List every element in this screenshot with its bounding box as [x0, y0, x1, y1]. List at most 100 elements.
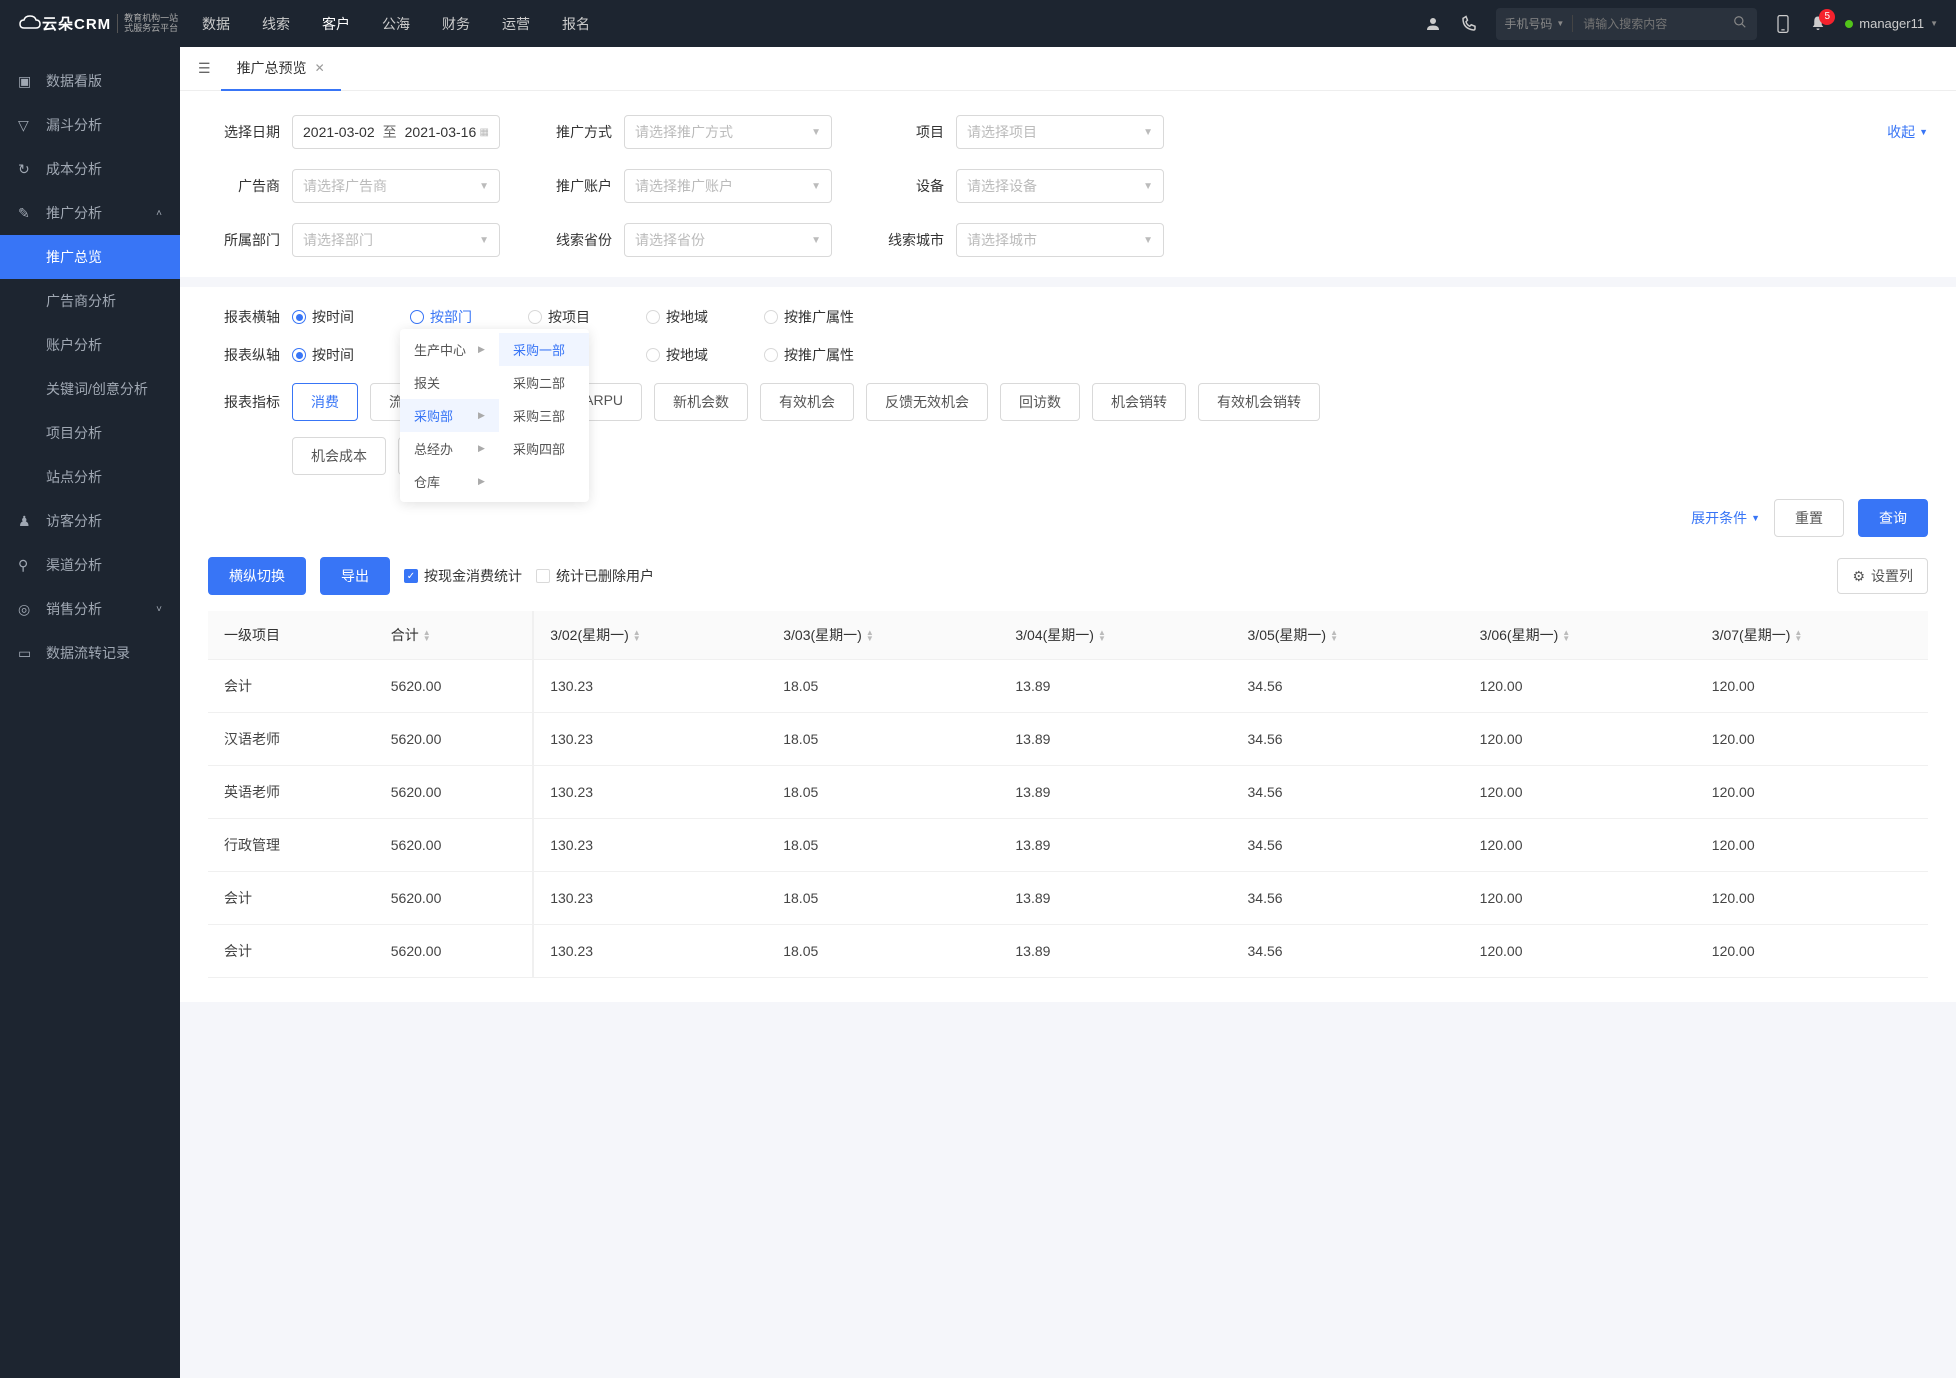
tab-promo-overview[interactable]: 推广总预览 ✕ — [221, 47, 341, 91]
sort-icon: ▲▼ — [423, 630, 431, 642]
city-label: 线索城市 — [872, 230, 944, 250]
menu-item-采购三部[interactable]: 采购三部 — [499, 399, 589, 432]
radio-按时间[interactable]: 按时间 — [292, 307, 354, 327]
menu-item-采购二部[interactable]: 采购二部 — [499, 366, 589, 399]
top-nav-数据[interactable]: 数据 — [202, 14, 230, 34]
metric-消费[interactable]: 消费 — [292, 383, 358, 421]
top-nav-报名[interactable]: 报名 — [562, 14, 590, 34]
chevron-down-icon: ▼ — [811, 181, 821, 192]
radio-按地域[interactable]: 按地域 — [646, 345, 708, 365]
radio-按推广属性[interactable]: 按推广属性 — [764, 307, 854, 327]
chevron-down-icon: ▼ — [1143, 235, 1153, 246]
menu-item-总经办[interactable]: 总经办▶ — [400, 432, 499, 465]
column-settings-button[interactable]: ⚙ 设置列 — [1837, 558, 1928, 594]
sidebar-icon: ▽ — [18, 117, 34, 134]
sidebar-icon: ⚲ — [18, 557, 34, 574]
metric-机会销转[interactable]: 机会销转 — [1092, 383, 1186, 421]
sidebar-item-渠道分析[interactable]: ⚲渠道分析 — [0, 543, 180, 587]
export-button[interactable]: 导出 — [320, 557, 390, 595]
top-nav-运营[interactable]: 运营 — [502, 14, 530, 34]
sidebar-icon: ♟ — [18, 513, 34, 530]
content-area: ☰ 推广总预览 ✕ 选择日期 2021-03-02 至 2021-03-16 ▦ — [180, 47, 1956, 1378]
col-header[interactable]: 3/02(星期一)▲▼ — [533, 611, 767, 660]
reset-button[interactable]: 重置 — [1774, 499, 1844, 537]
radio-按推广属性[interactable]: 按推广属性 — [764, 345, 854, 365]
user-menu[interactable]: manager11 ▼ — [1845, 16, 1938, 31]
top-nav-财务[interactable]: 财务 — [442, 14, 470, 34]
advertiser-select[interactable]: 请选择广告商▼ — [292, 169, 500, 203]
col-header[interactable]: 3/04(星期一)▲▼ — [999, 611, 1231, 660]
sidebar-item-广告商分析[interactable]: 广告商分析 — [0, 279, 180, 323]
chevron-right-icon: ▶ — [478, 443, 485, 454]
collapse-link[interactable]: 收起 ▼ — [1887, 122, 1928, 142]
phone-icon[interactable] — [1460, 15, 1478, 33]
dept-select[interactable]: 请选择部门▼ — [292, 223, 500, 257]
sidebar-item-数据流转记录[interactable]: ▭数据流转记录 — [0, 631, 180, 675]
search-icon[interactable] — [1723, 15, 1757, 32]
sidebar-item-数据看版[interactable]: ▣数据看版 — [0, 59, 180, 103]
metric-有效机会销转[interactable]: 有效机会销转 — [1198, 383, 1320, 421]
sidebar-item-项目分析[interactable]: 项目分析 — [0, 411, 180, 455]
menu-item-报关[interactable]: 报关 — [400, 366, 499, 399]
promo-account-select[interactable]: 请选择推广账户▼ — [624, 169, 832, 203]
radio-按时间[interactable]: 按时间 — [292, 345, 354, 365]
advertiser-label: 广告商 — [208, 176, 280, 196]
sidebar-item-成本分析[interactable]: ↻成本分析 — [0, 147, 180, 191]
promo-account-label: 推广账户 — [540, 176, 612, 196]
close-icon[interactable]: ✕ — [315, 61, 325, 75]
col-header[interactable]: 3/05(星期一)▲▼ — [1232, 611, 1464, 660]
sidebar-item-关键词/创意分析[interactable]: 关键词/创意分析 — [0, 367, 180, 411]
sidebar-item-推广总览[interactable]: 推广总览 — [0, 235, 180, 279]
top-nav-客户[interactable]: 客户 — [322, 14, 350, 34]
promo-method-select[interactable]: 请选择推广方式▼ — [624, 115, 832, 149]
checkbox-icon — [536, 569, 550, 583]
project-label: 项目 — [872, 122, 944, 142]
col-header[interactable]: 合计▲▼ — [375, 611, 533, 660]
province-select[interactable]: 请选择省份▼ — [624, 223, 832, 257]
menu-item-仓库[interactable]: 仓库▶ — [400, 465, 499, 498]
radio-按地域[interactable]: 按地域 — [646, 307, 708, 327]
table-row: 汉语老师5620.00130.2318.0513.8934.56120.0012… — [208, 713, 1928, 766]
top-nav-线索[interactable]: 线索 — [262, 14, 290, 34]
radio-按项目[interactable]: 按项目 — [528, 307, 590, 327]
menu-item-采购部[interactable]: 采购部▶ — [400, 399, 499, 432]
menu-item-采购一部[interactable]: 采购一部 — [499, 333, 589, 366]
sidebar-item-访客分析[interactable]: ♟访客分析 — [0, 499, 180, 543]
sidebar-item-站点分析[interactable]: 站点分析 — [0, 455, 180, 499]
bell-icon[interactable]: 5 — [1809, 15, 1827, 33]
expand-conditions-link[interactable]: 展开条件 ▼ — [1691, 508, 1760, 528]
user-icon[interactable] — [1424, 15, 1442, 33]
deleted-stat-checkbox[interactable]: 统计已删除用户 — [536, 566, 654, 586]
sidebar-icon: ✎ — [18, 205, 34, 222]
radio-按部门[interactable]: 按部门生产中心▶报关采购部▶总经办▶仓库▶采购一部采购二部采购三部采购四部 — [410, 307, 472, 327]
radio-icon — [528, 310, 542, 324]
date-range-input[interactable]: 2021-03-02 至 2021-03-16 ▦ — [292, 115, 500, 149]
col-header[interactable]: 3/03(星期一)▲▼ — [767, 611, 999, 660]
mobile-icon[interactable] — [1775, 14, 1791, 34]
device-select[interactable]: 请选择设备▼ — [956, 169, 1164, 203]
menu-item-生产中心[interactable]: 生产中心▶ — [400, 333, 499, 366]
col-header[interactable]: 3/07(星期一)▲▼ — [1696, 611, 1928, 660]
sidebar-item-漏斗分析[interactable]: ▽漏斗分析 — [0, 103, 180, 147]
search-prefix[interactable]: 手机号码 ▼ — [1496, 15, 1573, 32]
top-nav-公海[interactable]: 公海 — [382, 14, 410, 34]
sidebar-item-销售分析[interactable]: ◎销售分析˅ — [0, 587, 180, 631]
col-header[interactable]: 一级项目 — [208, 611, 375, 660]
menu-toggle-icon[interactable]: ☰ — [188, 60, 221, 77]
menu-item-采购四部[interactable]: 采购四部 — [499, 432, 589, 465]
sidebar-item-账户分析[interactable]: 账户分析 — [0, 323, 180, 367]
metric-有效机会[interactable]: 有效机会 — [760, 383, 854, 421]
project-select[interactable]: 请选择项目▼ — [956, 115, 1164, 149]
metric-机会成本[interactable]: 机会成本 — [292, 437, 386, 475]
metric-反馈无效机会[interactable]: 反馈无效机会 — [866, 383, 988, 421]
cash-stat-checkbox[interactable]: 按现金消费统计 — [404, 566, 522, 586]
city-select[interactable]: 请选择城市▼ — [956, 223, 1164, 257]
search-input[interactable] — [1573, 17, 1723, 31]
switch-axis-button[interactable]: 横纵切换 — [208, 557, 306, 595]
metric-新机会数[interactable]: 新机会数 — [654, 383, 748, 421]
query-button[interactable]: 查询 — [1858, 499, 1928, 537]
metric-回访数[interactable]: 回访数 — [1000, 383, 1080, 421]
sidebar-item-推广分析[interactable]: ✎推广分析˄ — [0, 191, 180, 235]
col-header[interactable]: 3/06(星期一)▲▼ — [1464, 611, 1696, 660]
radio-icon — [646, 310, 660, 324]
